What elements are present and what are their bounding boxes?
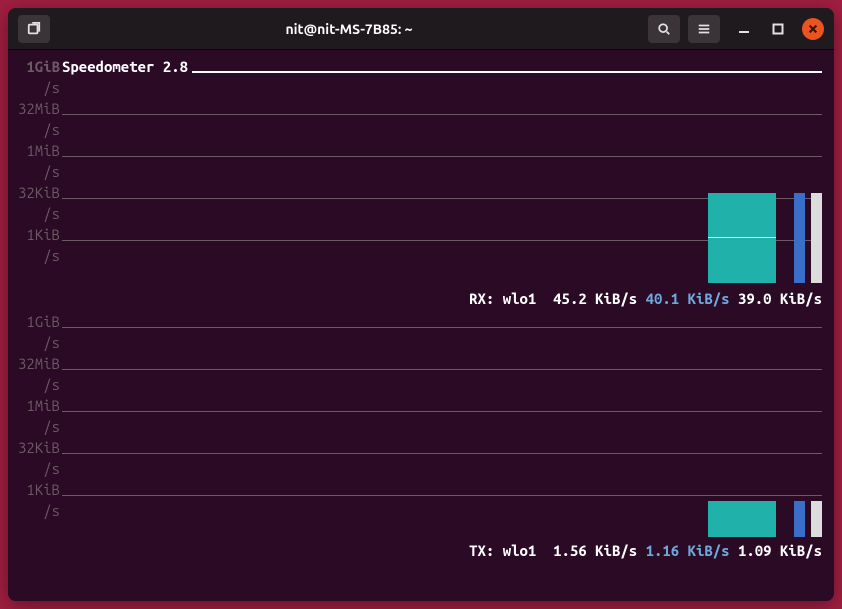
- search-button[interactable]: [648, 15, 680, 43]
- gridline: [62, 114, 822, 115]
- tx-label: TX:: [469, 542, 494, 559]
- rx-panel: 1GiB Speedometer 2.8 /s 32MiB /s 1MiB /s…: [12, 56, 830, 311]
- tx-cur: 1.56 KiB/s: [553, 542, 637, 559]
- minimize-icon: [738, 23, 750, 35]
- window-controls: [734, 18, 824, 40]
- gridline: [62, 369, 822, 370]
- rx-bars: [708, 193, 822, 283]
- search-icon: [657, 22, 671, 36]
- y-label: 1MiB: [12, 395, 62, 416]
- tx-iface: wlo1: [503, 542, 537, 559]
- y-label: /s: [12, 203, 62, 224]
- y-label: 1KiB: [12, 224, 62, 245]
- bar-cur: [708, 501, 776, 537]
- bar-avg: [794, 193, 805, 283]
- y-label: 32KiB: [12, 437, 62, 458]
- y-label: /s: [12, 119, 62, 140]
- tx-panel: 1GiB /s 32MiB /s 1MiB /s 32KiB /s 1KiB /…: [12, 311, 830, 563]
- terminal-body[interactable]: 1GiB Speedometer 2.8 /s 32MiB /s 1MiB /s…: [8, 50, 834, 601]
- close-icon: [808, 24, 818, 34]
- y-label: 1GiB: [12, 56, 62, 77]
- rx-avg: 40.1 KiB/s: [646, 290, 730, 307]
- terminal-window: nit@nit-MS-7B85: ~ 1GiB Speedometer 2.8: [8, 8, 834, 601]
- maximize-button[interactable]: [768, 19, 788, 39]
- y-label: /s: [12, 416, 62, 437]
- rx-label: RX:: [469, 290, 494, 307]
- tx-avg: 1.16 KiB/s: [646, 542, 730, 559]
- y-label: /s: [12, 245, 62, 266]
- bar-cur: [708, 193, 776, 283]
- rx-cur: 45.2 KiB/s: [553, 290, 637, 307]
- bar-marker: [708, 237, 776, 238]
- app-header: 1GiB Speedometer 2.8: [12, 56, 830, 77]
- window-title: nit@nit-MS-7B85: ~: [58, 21, 640, 37]
- y-label: /s: [12, 374, 62, 395]
- rx-min: 39.0 KiB/s: [738, 290, 822, 307]
- hamburger-icon: [697, 22, 711, 36]
- minimize-button[interactable]: [734, 19, 754, 39]
- y-label: 32MiB: [12, 98, 62, 119]
- bar-min: [811, 193, 822, 283]
- y-label: /s: [12, 332, 62, 353]
- gridline: [62, 327, 822, 328]
- y-label: /s: [12, 161, 62, 182]
- y-label: 32KiB: [12, 182, 62, 203]
- app-name: Speedometer 2.8: [62, 56, 188, 77]
- bar-min: [811, 501, 822, 537]
- y-label: 1KiB: [12, 479, 62, 500]
- gridline: [62, 411, 822, 412]
- y-label: 1GiB: [12, 311, 62, 332]
- tx-min: 1.09 KiB/s: [738, 542, 822, 559]
- tx-stats: TX: wlo1 1.56 KiB/s 1.16 KiB/s 1.09 KiB/…: [12, 539, 830, 563]
- y-label: /s: [12, 500, 62, 521]
- y-label: /s: [12, 77, 62, 98]
- titlebar: nit@nit-MS-7B85: ~: [8, 8, 834, 50]
- close-button[interactable]: [802, 18, 824, 40]
- y-label: /s: [12, 458, 62, 479]
- y-label: 1MiB: [12, 140, 62, 161]
- rx-iface: wlo1: [503, 290, 537, 307]
- menu-button[interactable]: [688, 15, 720, 43]
- rx-stats: RX: wlo1 45.2 KiB/s 40.1 KiB/s 39.0 KiB/…: [12, 287, 830, 311]
- maximize-icon: [772, 23, 784, 35]
- tx-bars: [708, 447, 822, 537]
- new-tab-button[interactable]: [18, 15, 50, 43]
- y-label: 32MiB: [12, 353, 62, 374]
- bar-avg: [794, 501, 805, 537]
- gridline: [62, 156, 822, 157]
- header-rule: [192, 56, 822, 73]
